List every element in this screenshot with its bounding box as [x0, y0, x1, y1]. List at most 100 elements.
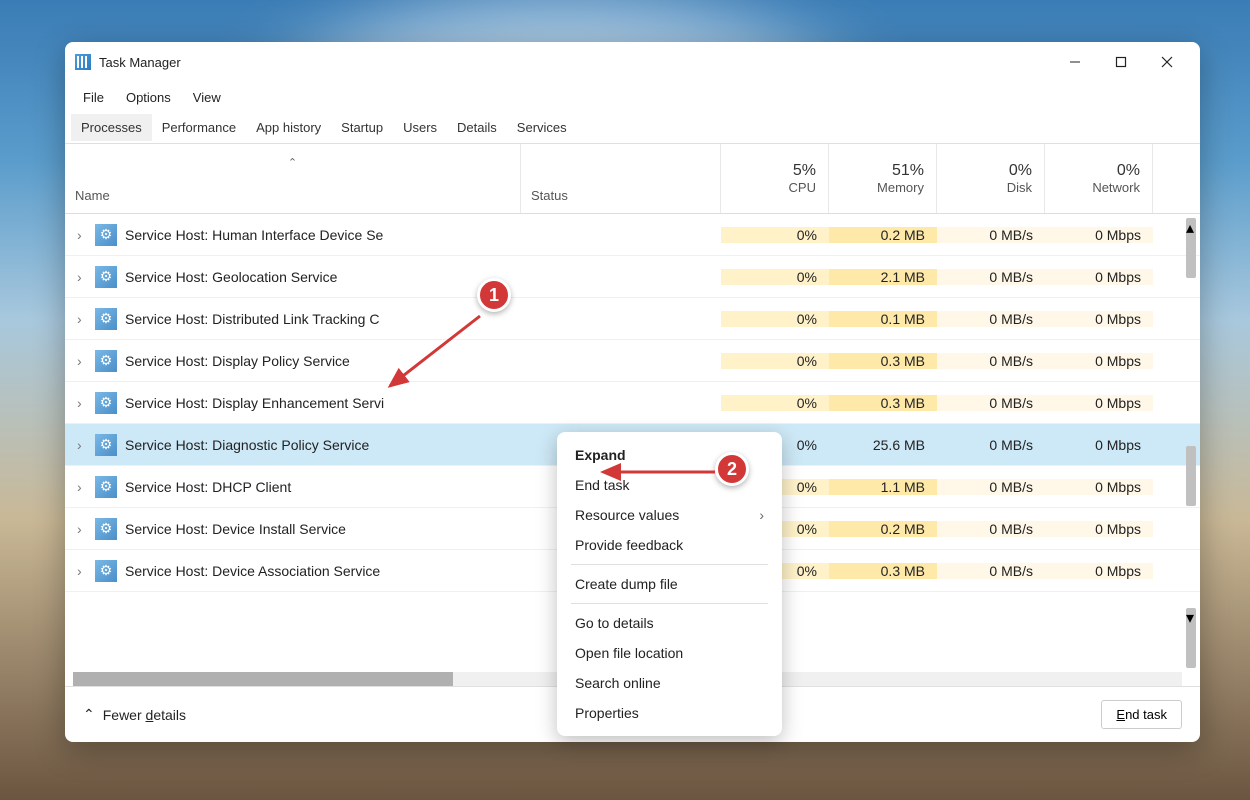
- gear-icon: ⚙: [95, 224, 117, 246]
- expand-chevron-icon[interactable]: ›: [77, 437, 87, 453]
- disk-value: 0 MB/s: [937, 395, 1045, 411]
- context-menu-item[interactable]: Resource values›: [557, 500, 782, 530]
- column-memory[interactable]: 51% Memory: [829, 144, 937, 213]
- annotation-arrow-2: [595, 462, 725, 482]
- gear-icon: ⚙: [95, 476, 117, 498]
- scroll-up-icon[interactable]: ▴: [1186, 218, 1196, 278]
- gear-icon: ⚙: [95, 308, 117, 330]
- context-menu-separator: [571, 564, 768, 565]
- memory-value: 0.3 MB: [829, 353, 937, 369]
- memory-value: 0.2 MB: [829, 521, 937, 537]
- process-name: Service Host: Device Association Service: [125, 563, 380, 579]
- process-name: Service Host: Distributed Link Tracking …: [125, 311, 379, 327]
- chevron-up-icon: ⌃: [83, 706, 95, 723]
- gear-icon: ⚙: [95, 518, 117, 540]
- table-row[interactable]: › ⚙ Service Host: Geolocation Service 0%…: [65, 256, 1200, 298]
- scrollbar-thumb[interactable]: [1186, 446, 1196, 506]
- network-value: 0 Mbps: [1045, 227, 1153, 243]
- cpu-value: 0%: [721, 311, 829, 327]
- column-name[interactable]: ⌃ Name: [65, 144, 521, 213]
- gear-icon: ⚙: [95, 560, 117, 582]
- expand-chevron-icon[interactable]: ›: [77, 269, 87, 285]
- expand-chevron-icon[interactable]: ›: [77, 521, 87, 537]
- task-manager-window: Task Manager File Options View Processes…: [65, 42, 1200, 742]
- process-name: Service Host: Display Policy Service: [125, 353, 350, 369]
- menu-view[interactable]: View: [183, 86, 231, 109]
- network-value: 0 Mbps: [1045, 437, 1153, 453]
- network-value: 0 Mbps: [1045, 353, 1153, 369]
- context-menu-item[interactable]: Search online: [557, 668, 782, 698]
- memory-value: 25.6 MB: [829, 437, 937, 453]
- memory-value: 0.3 MB: [829, 395, 937, 411]
- fewer-details-toggle[interactable]: ⌃ Fewer details: [83, 706, 186, 723]
- memory-value: 1.1 MB: [829, 479, 937, 495]
- menu-options[interactable]: Options: [116, 86, 181, 109]
- horizontal-scrollbar-thumb[interactable]: [73, 672, 453, 686]
- close-button[interactable]: [1144, 46, 1190, 78]
- expand-chevron-icon[interactable]: ›: [77, 311, 87, 327]
- window-title: Task Manager: [99, 55, 181, 70]
- vertical-scrollbar[interactable]: ▴ ▾: [1184, 214, 1198, 672]
- process-name: Service Host: Human Interface Device Se: [125, 227, 383, 243]
- process-name: Service Host: Diagnostic Policy Service: [125, 437, 369, 453]
- expand-chevron-icon[interactable]: ›: [77, 395, 87, 411]
- scroll-down-icon[interactable]: ▾: [1186, 608, 1196, 668]
- gear-icon: ⚙: [95, 266, 117, 288]
- tab-startup[interactable]: Startup: [331, 114, 393, 141]
- table-row[interactable]: › ⚙ Service Host: Display Enhancement Se…: [65, 382, 1200, 424]
- column-status[interactable]: Status: [521, 144, 721, 213]
- minimize-button[interactable]: [1052, 46, 1098, 78]
- context-menu-item[interactable]: Provide feedback: [557, 530, 782, 560]
- tab-processes[interactable]: Processes: [71, 114, 152, 141]
- gear-icon: ⚙: [95, 392, 117, 414]
- tab-app-history[interactable]: App history: [246, 114, 331, 141]
- menu-file[interactable]: File: [73, 86, 114, 109]
- gear-icon: ⚙: [95, 350, 117, 372]
- disk-value: 0 MB/s: [937, 479, 1045, 495]
- network-value: 0 Mbps: [1045, 563, 1153, 579]
- disk-value: 0 MB/s: [937, 227, 1045, 243]
- disk-value: 0 MB/s: [937, 437, 1045, 453]
- expand-chevron-icon[interactable]: ›: [77, 227, 87, 243]
- column-network[interactable]: 0% Network: [1045, 144, 1153, 213]
- expand-chevron-icon[interactable]: ›: [77, 479, 87, 495]
- sort-ascending-icon: ⌃: [288, 156, 297, 169]
- cpu-value: 0%: [721, 227, 829, 243]
- maximize-button[interactable]: [1098, 46, 1144, 78]
- context-menu-item[interactable]: Go to details: [557, 608, 782, 638]
- table-row[interactable]: › ⚙ Service Host: Display Policy Service…: [65, 340, 1200, 382]
- table-row[interactable]: › ⚙ Service Host: Human Interface Device…: [65, 214, 1200, 256]
- expand-chevron-icon[interactable]: ›: [77, 353, 87, 369]
- context-menu-item[interactable]: Create dump file: [557, 569, 782, 599]
- annotation-badge-1: 1: [477, 278, 511, 312]
- cpu-value: 0%: [721, 269, 829, 285]
- context-menu-item[interactable]: Open file location: [557, 638, 782, 668]
- memory-value: 2.1 MB: [829, 269, 937, 285]
- tab-strip: Processes Performance App history Startu…: [65, 112, 1200, 144]
- disk-value: 0 MB/s: [937, 563, 1045, 579]
- network-value: 0 Mbps: [1045, 479, 1153, 495]
- column-cpu[interactable]: 5% CPU: [721, 144, 829, 213]
- memory-value: 0.3 MB: [829, 563, 937, 579]
- tab-performance[interactable]: Performance: [152, 114, 246, 141]
- process-name: Service Host: DHCP Client: [125, 479, 291, 495]
- process-name: Service Host: Display Enhancement Servi: [125, 395, 384, 411]
- column-disk[interactable]: 0% Disk: [937, 144, 1045, 213]
- app-icon: [75, 54, 91, 70]
- network-value: 0 Mbps: [1045, 521, 1153, 537]
- disk-value: 0 MB/s: [937, 521, 1045, 537]
- table-row[interactable]: › ⚙ Service Host: Distributed Link Track…: [65, 298, 1200, 340]
- tab-details[interactable]: Details: [447, 114, 507, 141]
- tab-users[interactable]: Users: [393, 114, 447, 141]
- annotation-arrow-1: [380, 308, 490, 398]
- context-menu-separator: [571, 603, 768, 604]
- context-menu-item[interactable]: Properties: [557, 698, 782, 728]
- column-headers: ⌃ Name Status 5% CPU 51% Memory 0% Disk …: [65, 144, 1200, 214]
- tab-services[interactable]: Services: [507, 114, 577, 141]
- disk-value: 0 MB/s: [937, 311, 1045, 327]
- disk-value: 0 MB/s: [937, 353, 1045, 369]
- cpu-value: 0%: [721, 395, 829, 411]
- end-task-button[interactable]: End task: [1101, 700, 1182, 729]
- memory-value: 0.1 MB: [829, 311, 937, 327]
- expand-chevron-icon[interactable]: ›: [77, 563, 87, 579]
